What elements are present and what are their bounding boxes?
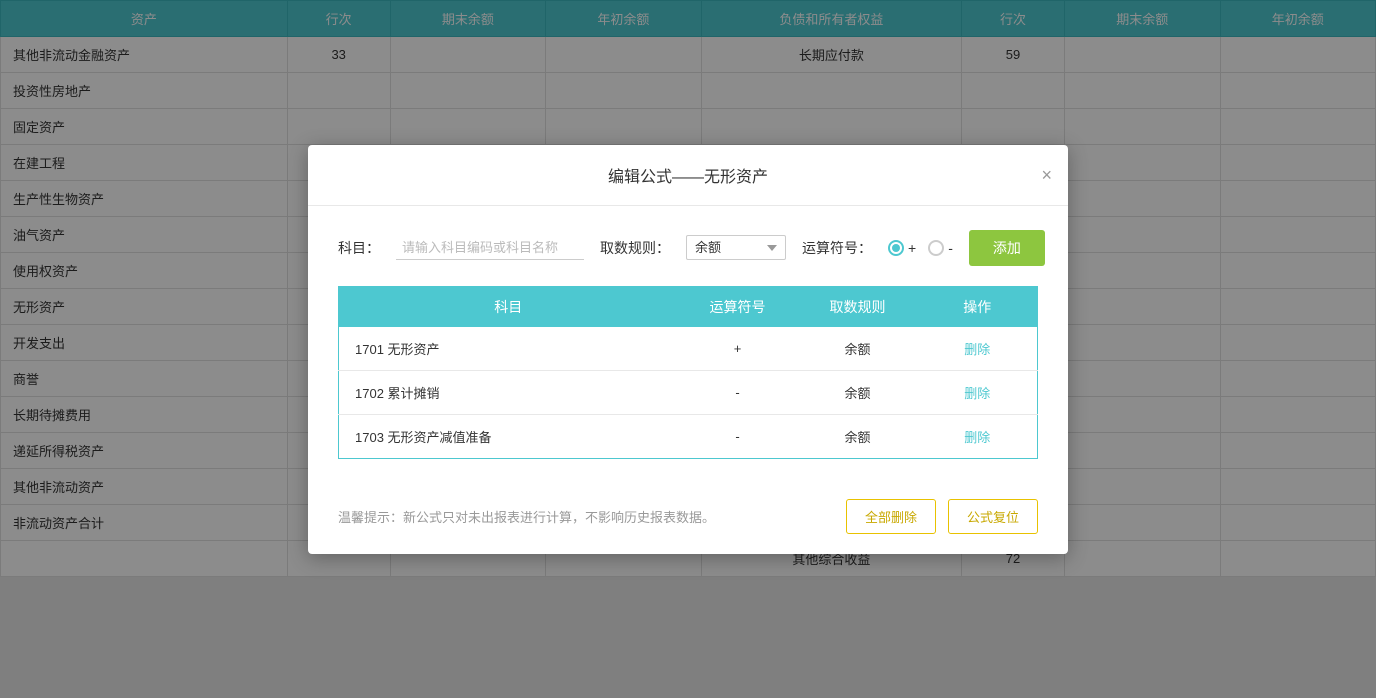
rule-cell: 余额	[798, 414, 918, 458]
action-cell: 删除	[918, 327, 1038, 371]
modal-close-button[interactable]: ×	[1041, 166, 1052, 184]
rule-label: 取数规则：	[600, 238, 670, 258]
radio-minus-label: -	[948, 240, 953, 256]
reset-formula-button[interactable]: 公式复位	[948, 499, 1038, 534]
delete-link[interactable]: 删除	[964, 430, 990, 445]
form-row: 科目： 取数规则： 余额 借方 贷方 借方发生额 贷方发生额 运算符号：	[338, 230, 1038, 266]
modal-footer: 温馨提示：新公式只对未出报表进行计算，不影响历史报表数据。 全部删除 公式复位	[308, 483, 1068, 554]
radio-plus[interactable]: +	[888, 240, 916, 256]
table-header-subject: 科目	[339, 286, 678, 327]
table-row: 1702 累计摊销-余额 删除	[339, 370, 1038, 414]
add-button[interactable]: 添加	[969, 230, 1045, 266]
subject-input[interactable]	[396, 236, 584, 260]
footer-buttons: 全部删除 公式复位	[846, 499, 1038, 534]
modal-title: 编辑公式——无形资产	[608, 163, 768, 187]
subject-label: 科目：	[338, 238, 380, 258]
radio-minus[interactable]: -	[928, 240, 953, 256]
operator-cell: -	[678, 370, 798, 414]
radio-plus-circle	[888, 240, 904, 256]
action-cell: 删除	[918, 414, 1038, 458]
operator-label: 运算符号：	[802, 238, 872, 258]
table-header-rule: 取数规则	[798, 286, 918, 327]
modal-body: 科目： 取数规则： 余额 借方 贷方 借方发生额 贷方发生额 运算符号：	[308, 206, 1068, 483]
table-header-action: 操作	[918, 286, 1038, 327]
subject-cell: 1703 无形资产减值准备	[339, 414, 678, 458]
footer-tip: 温馨提示：新公式只对未出报表进行计算，不影响历史报表数据。	[338, 507, 715, 526]
modal-header: 编辑公式——无形资产 ×	[308, 145, 1068, 206]
rule-select-wrapper: 余额 借方 贷方 借方发生额 贷方发生额	[686, 235, 786, 260]
rule-select[interactable]: 余额 借方 贷方 借方发生额 贷方发生额	[686, 235, 786, 260]
operator-cell: -	[678, 414, 798, 458]
delete-link[interactable]: 删除	[964, 342, 990, 357]
table-row: 1701 无形资产+余额 删除	[339, 327, 1038, 371]
formula-table: 科目 运算符号 取数规则 操作 1701 无形资产+余额删除1702 累计摊销-…	[338, 286, 1038, 459]
delete-all-button[interactable]: 全部删除	[846, 499, 936, 534]
modal-overlay: 编辑公式——无形资产 × 科目： 取数规则： 余额 借方 贷方 借方发生额	[0, 0, 1376, 698]
rule-cell: 余额	[798, 370, 918, 414]
rule-cell: 余额	[798, 327, 918, 371]
operator-radio-group: + -	[888, 240, 953, 256]
radio-minus-circle	[928, 240, 944, 256]
radio-plus-label: +	[908, 240, 916, 256]
modal-dialog: 编辑公式——无形资产 × 科目： 取数规则： 余额 借方 贷方 借方发生额	[308, 145, 1068, 554]
page-wrapper: 资产 行次 期末余额 年初余额 负债和所有者权益 行次 期末余额 年初余额 其他…	[0, 0, 1376, 698]
operator-cell: +	[678, 327, 798, 371]
subject-cell: 1702 累计摊销	[339, 370, 678, 414]
subject-cell: 1701 无形资产	[339, 327, 678, 371]
action-cell: 删除	[918, 370, 1038, 414]
table-row: 1703 无形资产减值准备-余额 删除	[339, 414, 1038, 458]
table-header-operator: 运算符号	[678, 286, 798, 327]
delete-link[interactable]: 删除	[964, 386, 990, 401]
